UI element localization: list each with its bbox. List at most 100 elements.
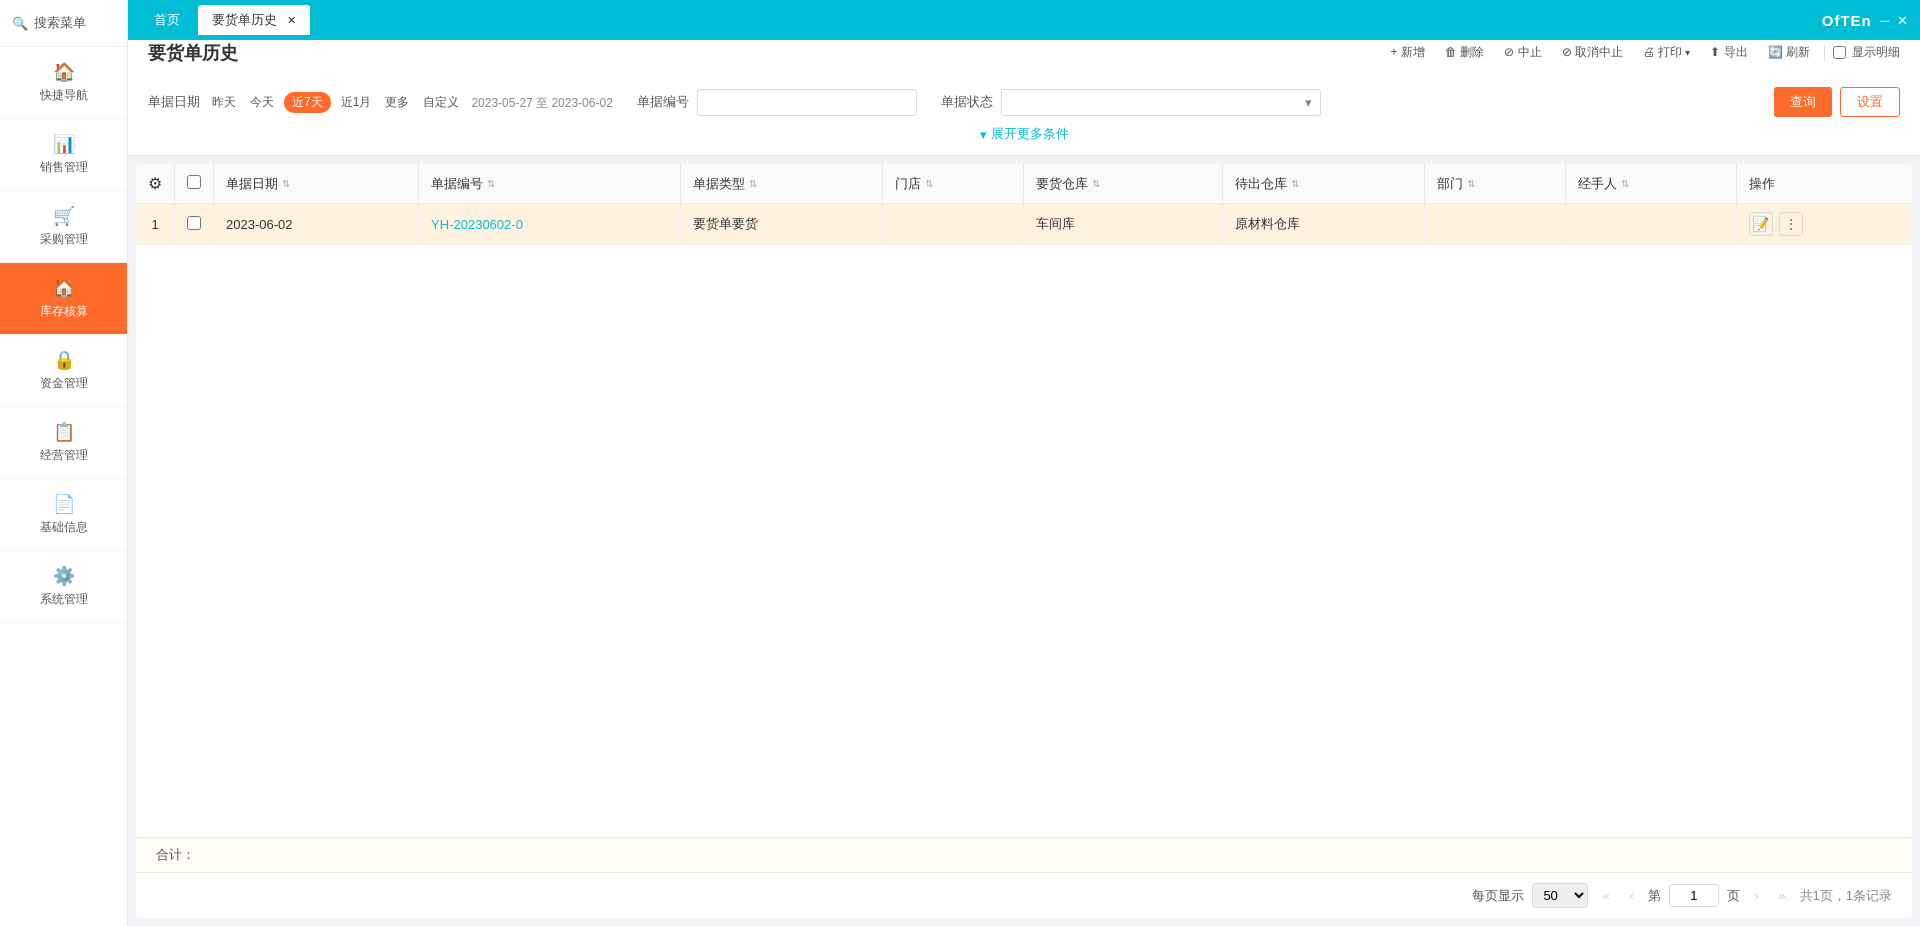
table-settings-icon[interactable]: ⚙ [148,175,162,192]
date-btn-more[interactable]: 更多 [381,92,413,113]
row-department [1424,204,1565,245]
expand-more-btn[interactable]: ▾ 展开更多条件 [148,125,1900,143]
tab-requisition-history[interactable]: 要货单历史 ✕ [198,5,310,35]
print-button[interactable]: 🖨 打印 ▾ [1637,40,1696,65]
sidebar-item-sales[interactable]: 📊 销售管理 [0,119,127,191]
col-doc-type[interactable]: 单据类型 ⇅ [680,164,882,204]
sidebar-item-operations[interactable]: 📋 经营管理 [0,407,127,479]
operations-icon: 📋 [53,421,75,443]
table-footer: 合计： [136,837,1912,872]
sort-doc-number-icon: ⇅ [487,178,495,189]
col-store[interactable]: 门店 ⇅ [882,164,1023,204]
sidebar-item-label-operations: 经营管理 [40,447,88,464]
lock-icon: 🔒 [53,349,75,371]
col-operation: 操作 [1736,164,1912,204]
sidebar-item-quick-nav[interactable]: 🏠 快捷导航 [0,47,127,119]
col-doc-number[interactable]: 单据编号 ⇅ [419,164,681,204]
filter-date: 单据日期 昨天 今天 近7天 近1月 更多 自定义 2023-05-27 至 2… [148,92,613,113]
col-department[interactable]: 部门 ⇅ [1424,164,1565,204]
sidebar-item-label-basic: 基础信息 [40,519,88,536]
page-title: 要货单历史 [148,41,238,65]
date-btn-custom[interactable]: 自定义 [419,92,463,113]
last-page-icon[interactable]: » [1772,886,1791,905]
table-content: ⚙ 单据日期 ⇅ [136,164,1912,918]
date-btn-1month[interactable]: 近1月 [337,92,376,113]
date-btn-today[interactable]: 今天 [246,92,278,113]
delete-button[interactable]: 🗑 删除 [1439,40,1490,65]
status-dropdown-icon[interactable]: ▾ [1297,90,1320,115]
sidebar-item-basic[interactable]: 📄 基础信息 [0,479,127,551]
refresh-button[interactable]: 🔄 刷新 [1762,40,1816,65]
row-edit-icon[interactable]: 📝 [1749,212,1773,236]
data-table: ⚙ 单据日期 ⇅ [136,164,1912,245]
row-checkbox-cell[interactable] [175,204,214,245]
tab-home[interactable]: 首页 [140,5,194,35]
row-checkbox[interactable] [187,216,201,230]
pagination: 每页显示 50 10 20 100 « ‹ 第 页 › » 共1页，1条记录 [136,872,1912,918]
col-checkbox[interactable] [175,164,214,204]
page-jump-label: 第 [1648,887,1661,905]
prev-page-icon[interactable]: ‹ [1624,886,1640,905]
divider [1824,45,1825,61]
new-button[interactable]: + 新增 [1385,40,1431,65]
topbar-right: OfTEn ─ ✕ [1822,12,1908,29]
export-button[interactable]: ⬆ 导出 [1704,40,1753,65]
window-close-icon[interactable]: ✕ [1897,13,1908,28]
sort-store-icon: ⇅ [925,178,933,189]
settings-button[interactable]: 设置 [1840,87,1900,117]
window-minimize-icon[interactable]: ─ [1880,13,1889,28]
sidebar-item-finance[interactable]: 🔒 资金管理 [0,335,127,407]
table-row: 1 2023-06-02 YH-20230602-0 要货单要货 车间库 [136,204,1912,245]
col-settings[interactable]: ⚙ [136,164,175,204]
page-label: 页 [1727,887,1740,905]
doc-number-link[interactable]: YH-20230602-0 [431,217,523,232]
sidebar-item-system[interactable]: ⚙️ 系统管理 [0,551,127,623]
date-btn-yesterday[interactable]: 昨天 [208,92,240,113]
status-select[interactable]: ▾ [1001,89,1321,116]
row-doc-date: 2023-06-02 [214,204,419,245]
sidebar-item-purchase[interactable]: 🛒 采购管理 [0,191,127,263]
doc-number-input[interactable] [697,89,917,116]
status-input[interactable] [1002,90,1297,115]
per-page-select[interactable]: 50 10 20 100 [1532,883,1588,908]
search-icon: 🔍 [12,16,28,31]
filter-doc-number: 单据编号 [637,89,917,116]
display-detail-toggle[interactable]: 显示明细 [1833,44,1900,61]
cart-icon: 🛒 [53,205,75,227]
row-action-cell: 📝 ⋮ [1736,204,1912,245]
page-jump-input[interactable] [1669,884,1719,907]
stop-button[interactable]: ⊘ 中止 [1498,40,1547,65]
date-btn-7days[interactable]: 近7天 [284,92,331,113]
sidebar-item-label-sales: 销售管理 [40,159,88,176]
main-content: 首页 要货单历史 ✕ OfTEn ─ ✕ 要货单历史 + 新增 🗑 删除 ⊘ 中… [128,0,1920,926]
page-header: 要货单历史 + 新增 🗑 删除 ⊘ 中止 ⊘ 取消中止 🖨 打印 ▾ ⬆ 导出 … [128,40,1920,75]
sidebar-item-inventory[interactable]: 🏠 库存核算 [0,263,127,335]
sort-doc-date-icon: ⇅ [282,178,290,189]
first-page-icon[interactable]: « [1596,886,1615,905]
sort-req-warehouse-icon: ⇅ [1092,178,1100,189]
sort-handler-icon: ⇅ [1621,178,1629,189]
sidebar-search[interactable]: 🔍 搜索菜单 [0,0,127,47]
row-doc-number[interactable]: YH-20230602-0 [419,204,681,245]
display-detail-checkbox[interactable] [1833,46,1846,59]
tab-close-icon[interactable]: ✕ [287,14,296,27]
filter-row: 单据日期 昨天 今天 近7天 近1月 更多 自定义 2023-05-27 至 2… [148,87,1900,117]
cancel-stop-button[interactable]: ⊘ 取消中止 [1556,40,1629,65]
page-total-label: 共1页，1条记录 [1800,887,1892,905]
row-doc-type: 要货单要货 [680,204,882,245]
print-chevron-icon[interactable]: ▾ [1685,47,1690,58]
col-pending-warehouse[interactable]: 待出仓库 ⇅ [1223,164,1425,204]
sort-department-icon: ⇅ [1467,178,1475,189]
sidebar-item-label-purchase: 采购管理 [40,231,88,248]
expand-more-icon: ▾ [980,127,987,142]
query-button[interactable]: 查询 [1774,87,1832,117]
select-all-checkbox[interactable] [187,175,201,189]
sidebar-item-label-finance: 资金管理 [40,375,88,392]
col-req-warehouse[interactable]: 要货仓库 ⇅ [1023,164,1222,204]
next-page-icon[interactable]: › [1748,886,1764,905]
col-handler[interactable]: 经手人 ⇅ [1566,164,1736,204]
date-filter-label: 单据日期 [148,93,200,111]
inventory-icon: 🏠 [53,277,75,299]
row-more-icon[interactable]: ⋮ [1779,212,1803,236]
col-doc-date[interactable]: 单据日期 ⇅ [214,164,419,204]
